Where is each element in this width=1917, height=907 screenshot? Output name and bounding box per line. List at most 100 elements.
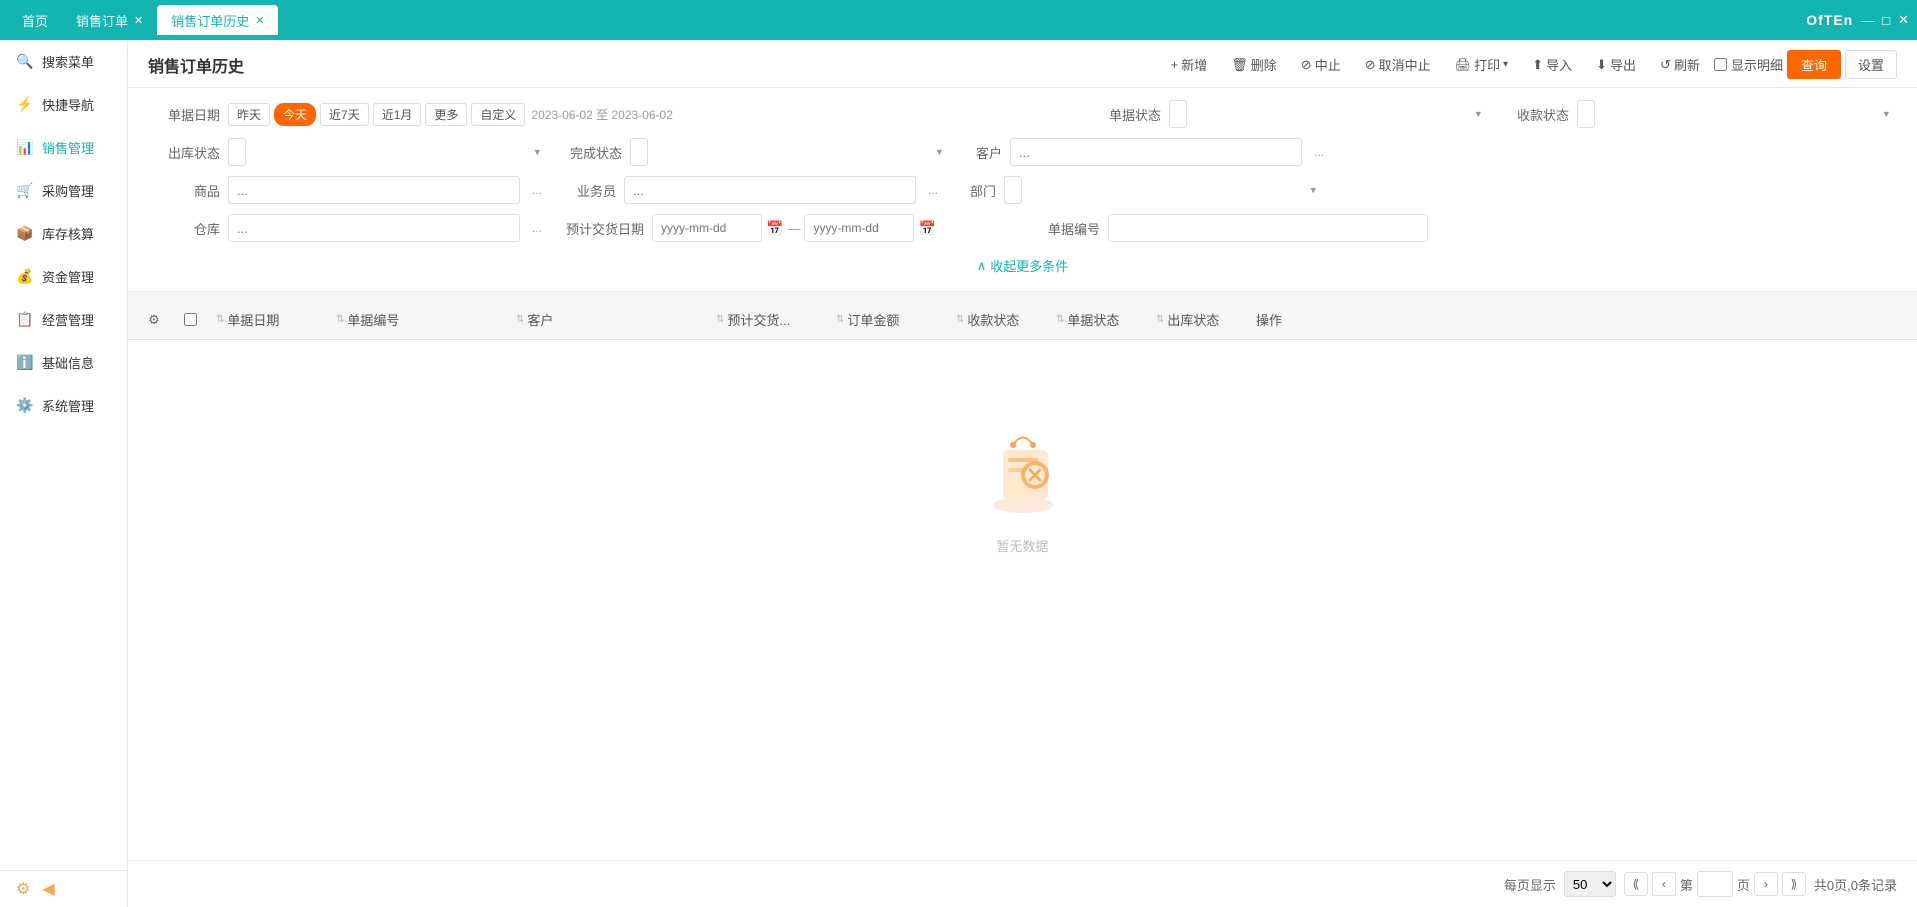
close-tab-sales-order-history[interactable]: ✕ bbox=[255, 14, 264, 27]
cancel-stop-button[interactable]: ⊘ 取消中止 bbox=[1355, 51, 1441, 78]
sidebar-bottom: ⚙ ◀ bbox=[0, 870, 127, 907]
customer-input[interactable] bbox=[1010, 138, 1302, 166]
delivery-date-from[interactable] bbox=[652, 214, 762, 242]
query-button[interactable]: 查询 bbox=[1787, 50, 1841, 79]
first-page-btn[interactable]: ⟪ bbox=[1624, 872, 1648, 896]
calendar-to-icon[interactable]: 📅 bbox=[918, 220, 935, 237]
show-detail-label: 显示明细 bbox=[1714, 55, 1783, 74]
new-label: 新增 bbox=[1181, 55, 1207, 74]
show-detail-checkbox[interactable] bbox=[1714, 58, 1727, 71]
prev-page-btn[interactable]: ‹ bbox=[1652, 872, 1676, 896]
window-close[interactable]: ✕ bbox=[1898, 12, 1909, 28]
product-more-btn[interactable]: ... bbox=[526, 181, 548, 199]
last-page-btn[interactable]: ⟫ bbox=[1782, 872, 1806, 896]
salesperson-input[interactable] bbox=[624, 176, 916, 204]
close-tab-sales-order[interactable]: ✕ bbox=[134, 14, 143, 27]
product-label: 商品 bbox=[148, 181, 228, 200]
status-select-wrapper bbox=[1169, 100, 1489, 128]
empty-text: 暂无数据 bbox=[996, 536, 1048, 555]
filter-row-3: 商品 ... 业务员 ... 部门 bbox=[148, 176, 1897, 204]
column-settings-icon[interactable]: ⚙ bbox=[148, 312, 160, 328]
setting-button[interactable]: 设置 bbox=[1845, 50, 1897, 79]
sort-warehouse-status-icon[interactable]: ⇅ bbox=[1156, 314, 1164, 325]
customer-more-btn[interactable]: ... bbox=[1308, 143, 1330, 161]
warehouse-status-select[interactable] bbox=[228, 138, 246, 166]
next-page-btn[interactable]: › bbox=[1754, 872, 1778, 896]
collapse-sidebar-icon[interactable]: ◀ bbox=[42, 879, 54, 899]
product-input[interactable] bbox=[228, 176, 520, 204]
empty-illustration bbox=[973, 420, 1073, 520]
sort-customer-icon[interactable]: ⇅ bbox=[516, 314, 524, 325]
filter-row-2: 出库状态 完成状态 客户 ... bbox=[148, 138, 1897, 166]
settings-bottom-icon[interactable]: ⚙ bbox=[16, 879, 30, 899]
sort-num-icon[interactable]: ⇅ bbox=[336, 314, 344, 325]
sidebar-label-operations: 经营管理 bbox=[42, 310, 94, 329]
sort-amount-icon[interactable]: ⇅ bbox=[836, 314, 844, 325]
window-maximize[interactable]: □ bbox=[1882, 13, 1890, 28]
delivery-date-group: 📅 — 📅 bbox=[652, 214, 1032, 242]
sales-icon: 📊 bbox=[16, 139, 34, 157]
sidebar-item-base-info[interactable]: ℹ️ 基础信息 bbox=[0, 341, 127, 384]
sidebar-item-inventory[interactable]: 📦 库存核算 bbox=[0, 212, 127, 255]
per-page-select[interactable]: 10 20 50 100 bbox=[1564, 871, 1616, 897]
salesperson-filter-group: ... bbox=[624, 176, 944, 204]
select-all-checkbox[interactable] bbox=[184, 313, 197, 326]
collapse-btn[interactable]: ∧ 收起更多条件 bbox=[977, 252, 1069, 279]
sidebar-item-operations[interactable]: 📋 经营管理 bbox=[0, 298, 127, 341]
payment-status-select[interactable] bbox=[1577, 100, 1595, 128]
salesperson-more-btn[interactable]: ... bbox=[922, 181, 944, 199]
tab-sales-order-history[interactable]: 销售订单历史 ✕ bbox=[157, 5, 278, 35]
current-page-input[interactable]: 1 bbox=[1697, 871, 1733, 897]
date-btn-more[interactable]: 更多 bbox=[425, 103, 467, 126]
sidebar-item-system[interactable]: ⚙️ 系统管理 bbox=[0, 384, 127, 427]
sidebar-label-system: 系统管理 bbox=[42, 396, 94, 415]
import-button[interactable]: ⬆ 导入 bbox=[1522, 51, 1582, 78]
payment-status-select-wrapper bbox=[1577, 100, 1897, 128]
sort-status-icon[interactable]: ⇅ bbox=[1056, 314, 1064, 325]
show-detail-text: 显示明细 bbox=[1731, 55, 1783, 74]
date-btn-1month[interactable]: 近1月 bbox=[373, 103, 422, 126]
warehouse-input[interactable] bbox=[228, 214, 520, 242]
new-button[interactable]: + 新增 bbox=[1161, 51, 1218, 78]
date-btn-custom[interactable]: 自定义 bbox=[471, 103, 525, 126]
table-header-delivery: ⇅ 预计交货... bbox=[708, 310, 828, 329]
warehouse-more-btn[interactable]: ... bbox=[526, 219, 548, 237]
status-select[interactable] bbox=[1169, 100, 1187, 128]
tab-home-label: 首页 bbox=[22, 11, 48, 30]
export-button[interactable]: ⬇ 导出 bbox=[1586, 51, 1646, 78]
sidebar-item-sales[interactable]: 📊 销售管理 bbox=[0, 126, 127, 169]
date-quick-btns: 昨天 今天 近7天 近1月 更多 自定义 bbox=[228, 103, 525, 126]
header-date-label: 单据日期 bbox=[227, 310, 279, 329]
calendar-from-icon[interactable]: 📅 bbox=[766, 220, 783, 237]
sidebar-label-search: 搜索菜单 bbox=[42, 52, 94, 71]
sidebar-item-finance[interactable]: 💰 资金管理 bbox=[0, 255, 127, 298]
complete-status-select[interactable] bbox=[630, 138, 648, 166]
window-minimize[interactable]: — bbox=[1861, 13, 1874, 28]
table-header-checkbox bbox=[172, 313, 208, 326]
order-num-input[interactable] bbox=[1108, 214, 1428, 242]
complete-status-select-wrapper bbox=[630, 138, 950, 166]
sidebar-label-base-info: 基础信息 bbox=[42, 353, 94, 372]
sidebar-item-purchase[interactable]: 🛒 采购管理 bbox=[0, 169, 127, 212]
stop-button[interactable]: ⊘ 中止 bbox=[1291, 51, 1351, 78]
delivery-date-to[interactable] bbox=[804, 214, 914, 242]
tab-sales-order[interactable]: 销售订单 ✕ bbox=[62, 5, 157, 35]
date-btn-7days[interactable]: 近7天 bbox=[320, 103, 369, 126]
dept-select[interactable] bbox=[1004, 176, 1022, 204]
header-num-label: 单据编号 bbox=[347, 310, 399, 329]
sort-date-icon[interactable]: ⇅ bbox=[216, 314, 224, 325]
export-label: 导出 bbox=[1610, 55, 1636, 74]
refresh-button[interactable]: ↺ 刷新 bbox=[1650, 51, 1710, 78]
date-btn-today[interactable]: 今天 bbox=[274, 103, 316, 126]
sort-delivery-icon[interactable]: ⇅ bbox=[716, 314, 724, 325]
table-header-payment: ⇅ 收款状态 bbox=[948, 310, 1048, 329]
delete-button[interactable]: 🗑 删除 bbox=[1221, 51, 1287, 78]
tab-home[interactable]: 首页 bbox=[8, 5, 62, 35]
print-button[interactable]: 🖨 打印 ▾ bbox=[1445, 51, 1519, 78]
sidebar-item-search[interactable]: 🔍 搜索菜单 bbox=[0, 40, 127, 83]
date-btn-yesterday[interactable]: 昨天 bbox=[228, 103, 270, 126]
header-op-label: 操作 bbox=[1256, 310, 1282, 329]
sort-payment-icon[interactable]: ⇅ bbox=[956, 314, 964, 325]
date-range-text: 2023-06-02 至 2023-06-02 bbox=[531, 106, 672, 123]
sidebar-item-quicknav[interactable]: ⚡ 快捷导航 bbox=[0, 83, 127, 126]
